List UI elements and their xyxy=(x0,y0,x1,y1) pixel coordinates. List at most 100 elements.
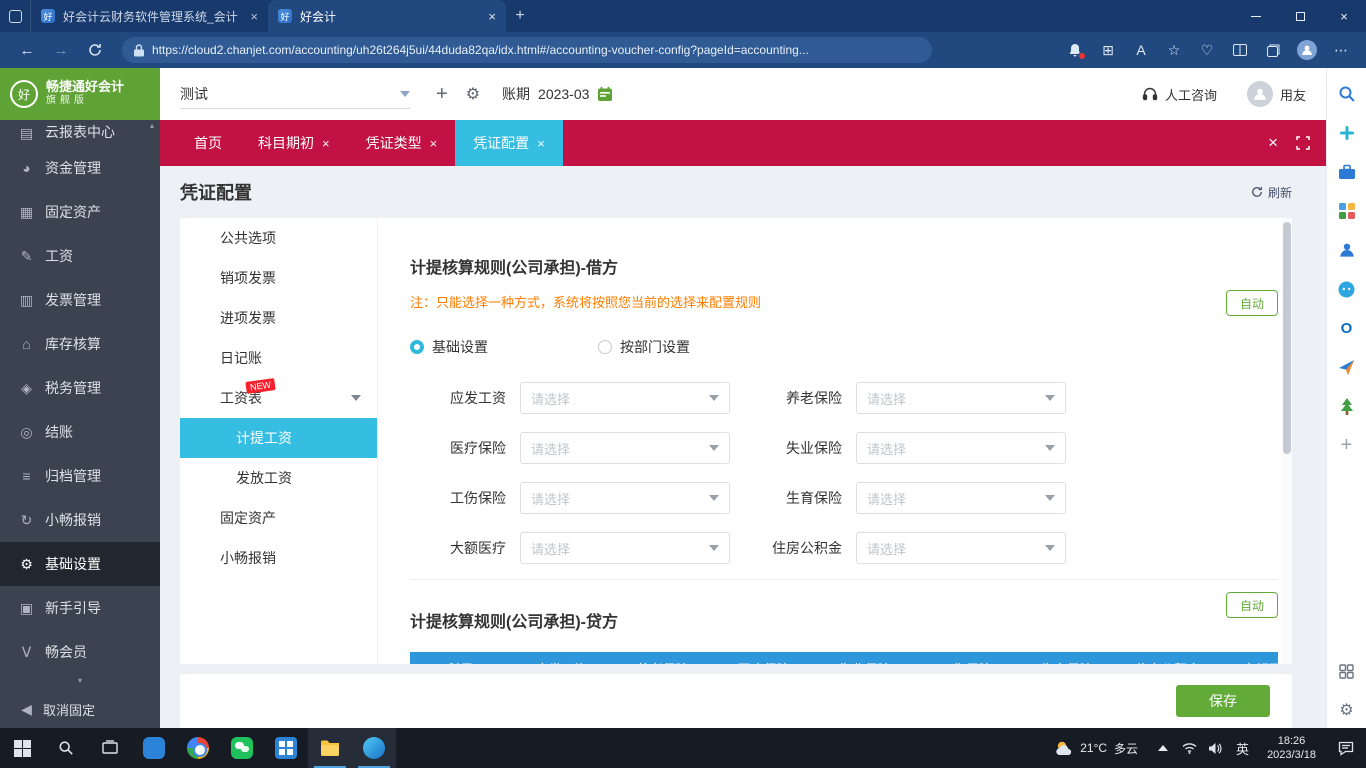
taskbar-app-chrome-icon[interactable] xyxy=(176,728,220,768)
subnav-expense[interactable]: 小畅报销 xyxy=(180,538,377,578)
maximize-button[interactable] xyxy=(1278,0,1322,32)
add-account-icon[interactable]: + xyxy=(436,83,448,106)
tab-close-icon[interactable]: × xyxy=(430,136,438,151)
browser-profile-avatar[interactable] xyxy=(1297,40,1317,60)
nav-scroll-up-icon[interactable]: ▴ xyxy=(150,121,154,130)
task-view-icon[interactable] xyxy=(88,728,132,768)
messenger-icon[interactable] xyxy=(1337,279,1357,299)
subnav-sales-invoice[interactable]: 销项发票 xyxy=(180,258,377,298)
close-all-tabs-icon[interactable]: × xyxy=(1268,133,1278,153)
tab-close-icon[interactable]: × xyxy=(537,136,545,151)
taskbar-clock[interactable]: 18:26 2023/3/18 xyxy=(1257,734,1326,762)
start-button[interactable] xyxy=(0,728,44,768)
tab-opening-balance[interactable]: 科目期初 × xyxy=(240,120,348,166)
apps-grid-icon[interactable] xyxy=(1337,201,1357,221)
split-screen-icon[interactable] xyxy=(1231,41,1249,59)
select-maternity-insurance[interactable]: 请选择 xyxy=(856,482,1066,514)
period-value[interactable]: 2023-03 xyxy=(538,86,589,102)
account-select[interactable]: 测试 xyxy=(180,79,410,109)
sidebar-item-settings[interactable]: ⚙ 基础设置 xyxy=(0,542,160,586)
browser-essentials-icon[interactable]: ♡ xyxy=(1198,41,1216,59)
unpin-sidebar-button[interactable]: ◀ 取消固定 xyxy=(0,690,160,728)
sidebar-item-closing[interactable]: ◎ 结账 xyxy=(0,410,160,454)
subnav-purchase-invoice[interactable]: 进项发票 xyxy=(180,298,377,338)
auto-button-credit[interactable]: 自动 xyxy=(1225,592,1278,618)
close-window-button[interactable]: × xyxy=(1322,0,1366,32)
volume-icon[interactable] xyxy=(1202,728,1228,768)
save-button[interactable]: 保存 xyxy=(1176,685,1270,717)
user-menu[interactable]: 用友 xyxy=(1246,81,1306,107)
calendar-icon[interactable] xyxy=(597,86,613,102)
sidebar-item-tax[interactable]: ◈ 税务管理 xyxy=(0,366,160,410)
browser-tab-2[interactable]: 好 好会计 × xyxy=(268,0,506,32)
taskbar-app-calculator-icon[interactable] xyxy=(264,728,308,768)
subnav-journal[interactable]: 日记账 xyxy=(180,338,377,378)
sidebar-item-inventory[interactable]: ⌂ 库存核算 xyxy=(0,322,160,366)
collections-icon[interactable] xyxy=(1264,41,1282,59)
send-icon[interactable] xyxy=(1337,357,1357,377)
settings-gear-icon[interactable]: ⚙ xyxy=(1337,700,1357,720)
tray-expand-icon[interactable] xyxy=(1150,728,1176,768)
action-center-icon[interactable] xyxy=(1326,728,1366,768)
radio-basic-settings[interactable]: 基础设置 xyxy=(410,337,488,357)
sidebar-item-expense[interactable]: ↻ 小畅报销 xyxy=(0,498,160,542)
search-icon[interactable] xyxy=(1337,84,1357,104)
new-tab-button[interactable]: + xyxy=(506,7,534,25)
tab-voucher-type[interactable]: 凭证类型 × xyxy=(348,120,456,166)
taskbar-app-edge-icon[interactable] xyxy=(352,728,396,768)
sidebar-item-guide[interactable]: ▣ 新手引导 xyxy=(0,586,160,630)
tab-close-icon[interactable]: × xyxy=(322,136,330,151)
network-icon[interactable] xyxy=(1176,728,1202,768)
widgets-icon[interactable] xyxy=(1337,661,1357,681)
back-icon[interactable]: ← xyxy=(12,36,42,64)
taskbar-app-explorer-icon[interactable] xyxy=(308,728,352,768)
nav-scroll-down-icon[interactable]: ▾ xyxy=(0,676,160,690)
sidebar-item-cloud-reports[interactable]: ▤ 云报表中心 xyxy=(0,120,160,146)
apps-grid-icon[interactable]: ⊞ xyxy=(1099,41,1117,59)
forward-icon[interactable]: → xyxy=(46,36,76,64)
ime-indicator[interactable]: 英 xyxy=(1228,739,1257,758)
taskbar-app-mail-icon[interactable] xyxy=(132,728,176,768)
refresh-button[interactable]: 刷新 xyxy=(1251,184,1292,201)
select-housing-fund[interactable]: 请选择 xyxy=(856,532,1066,564)
add-shortcut-icon[interactable]: + xyxy=(1337,434,1357,456)
auto-button-debit[interactable]: 自动 xyxy=(1225,290,1278,316)
subnav-common-options[interactable]: 公共选项 xyxy=(180,218,377,258)
weather-widget[interactable]: 21°C 多云 xyxy=(1043,740,1150,757)
sidebar-item-payroll[interactable]: ✎ 工资 xyxy=(0,234,160,278)
taskbar-search-icon[interactable] xyxy=(44,728,88,768)
browser-menu-icon[interactable]: ⋯ xyxy=(1332,41,1350,59)
outlook-icon[interactable]: O xyxy=(1337,318,1357,338)
sidebar-item-invoices[interactable]: ▥ 发票管理 xyxy=(0,278,160,322)
support-button[interactable]: 人工咨询 xyxy=(1142,85,1217,104)
alert-icon[interactable] xyxy=(1066,41,1086,60)
tab-close-icon[interactable]: × xyxy=(488,9,496,24)
taskbar-app-wechat-icon[interactable] xyxy=(220,728,264,768)
sidebar-item-membership[interactable]: Ⅴ 畅会员 xyxy=(0,630,160,674)
subnav-fixed-assets[interactable]: 固定资产 xyxy=(180,498,377,538)
select-pension-insurance[interactable]: 请选择 xyxy=(856,382,1066,414)
select-medical-insurance[interactable]: 请选择 xyxy=(520,432,730,464)
sidebar-item-fixed-assets[interactable]: ▦ 固定资产 xyxy=(0,190,160,234)
sidebar-item-archive[interactable]: ≡ 归档管理 xyxy=(0,454,160,498)
contacts-icon[interactable] xyxy=(1337,240,1357,260)
panel-scrollbar[interactable] xyxy=(1282,218,1292,664)
tab-actions-icon[interactable] xyxy=(0,9,30,23)
tab-close-icon[interactable]: × xyxy=(250,9,258,24)
subnav-accrue-payroll[interactable]: 计提工资 xyxy=(180,418,377,458)
fullscreen-icon[interactable] xyxy=(1296,136,1310,150)
select-unemployment-insurance[interactable]: 请选择 xyxy=(856,432,1066,464)
refresh-icon[interactable] xyxy=(80,36,110,64)
radio-by-department[interactable]: 按部门设置 xyxy=(598,337,690,357)
read-aloud-icon[interactable]: A xyxy=(1132,41,1150,59)
select-gross-salary[interactable]: 请选择 xyxy=(520,382,730,414)
tree-icon[interactable] xyxy=(1337,396,1357,416)
minimize-button[interactable] xyxy=(1234,0,1278,32)
scrollbar-thumb[interactable] xyxy=(1283,222,1291,454)
tab-home[interactable]: 首页 xyxy=(176,120,240,166)
select-supplementary-medical[interactable]: 请选择 xyxy=(520,532,730,564)
briefcase-icon[interactable] xyxy=(1337,162,1357,182)
account-settings-icon[interactable]: ⚙ xyxy=(466,84,480,104)
address-bar[interactable]: https://cloud2.chanjet.com/accounting/uh… xyxy=(122,37,932,63)
subnav-pay-payroll[interactable]: 发放工资 xyxy=(180,458,377,498)
